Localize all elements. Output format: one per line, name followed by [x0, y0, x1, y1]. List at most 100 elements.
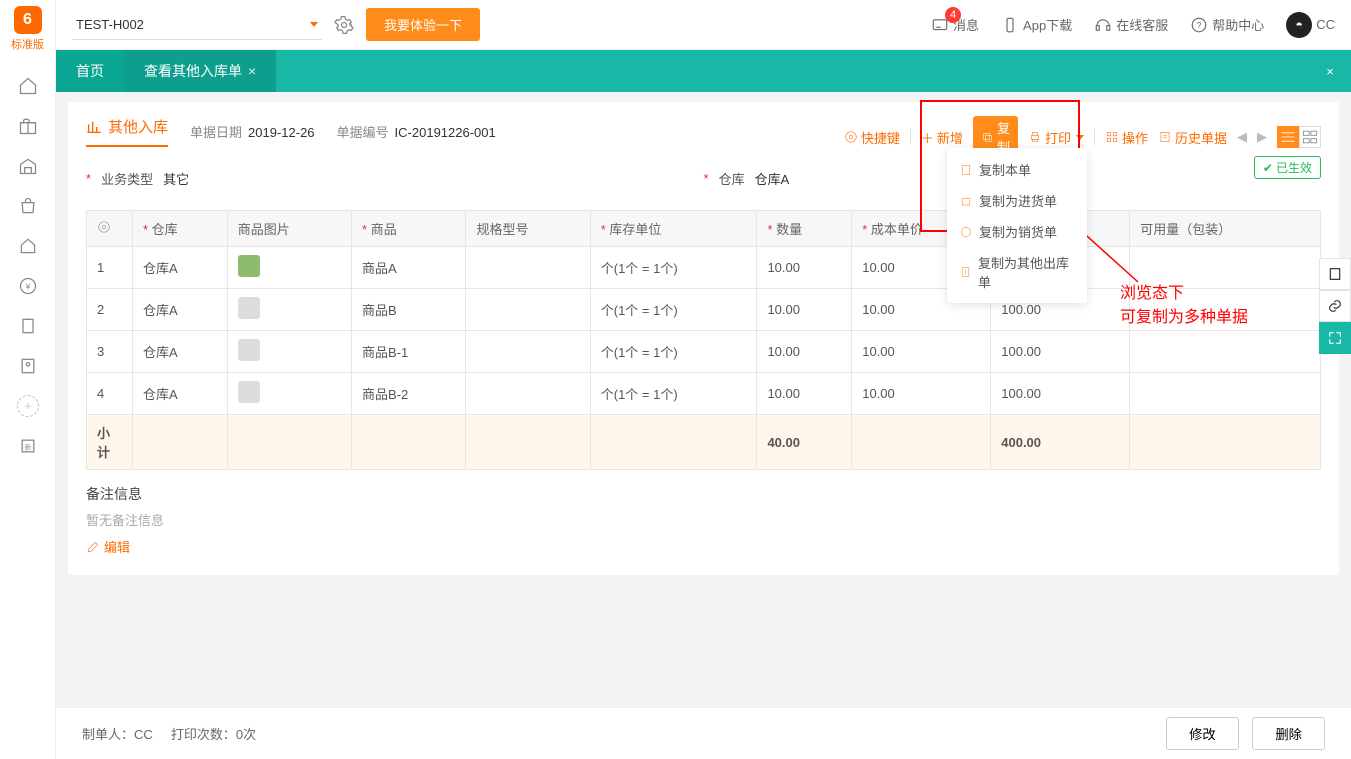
subtotal-amount: 400.00 — [991, 415, 1130, 470]
prints-value: 0次 — [236, 727, 256, 742]
view-list-icon[interactable] — [1277, 126, 1299, 148]
help-center-link[interactable]: ? 帮助中心 — [1190, 15, 1264, 34]
document-toolbar: 快捷键 ＋ 新增 复制 打印 — [844, 116, 1321, 158]
row-available — [1130, 373, 1321, 415]
experience-button[interactable]: 我要体验一下 — [366, 8, 480, 41]
gear-column-icon[interactable] — [87, 211, 133, 247]
nav-clipboard-icon[interactable] — [8, 306, 48, 346]
modify-button[interactable]: 修改 — [1166, 717, 1239, 750]
copy-dropdown: 复制本单 复制为进货单 复制为销货单 复制为其他出库单 — [947, 148, 1087, 303]
product-image-icon — [238, 381, 260, 403]
th-warehouse: 仓库 — [133, 211, 228, 247]
float-link-icon[interactable] — [1319, 290, 1351, 322]
table-row[interactable]: 3 仓库A 商品B-1 个(1个 = 1个) 10.00 10.00 100.0… — [87, 331, 1321, 373]
svg-text:¥: ¥ — [24, 281, 30, 291]
logo-icon: 6 — [14, 6, 42, 34]
th-qty: 数量 — [757, 211, 852, 247]
copy-as-purchase-item[interactable]: 复制为进货单 — [947, 185, 1087, 216]
operations-button[interactable]: 操作 — [1105, 128, 1148, 147]
toolbar-sep — [910, 129, 911, 145]
remark-title: 备注信息 — [86, 484, 1321, 504]
store-select[interactable]: TEST-H002 — [72, 10, 322, 40]
remark-edit-link[interactable]: 编辑 — [86, 537, 130, 556]
prints-label: 打印次数： — [171, 727, 236, 742]
shortcut-label: 快捷键 — [861, 128, 900, 147]
row-warehouse: 仓库A — [133, 331, 228, 373]
tab-close-icon[interactable]: × — [248, 63, 256, 79]
row-warehouse: 仓库A — [133, 289, 228, 331]
plus-icon: ＋ — [921, 128, 934, 147]
subtotal-qty: 40.00 — [757, 415, 852, 470]
shortcut-button[interactable]: 快捷键 — [844, 128, 900, 147]
row-warehouse: 仓库A — [133, 373, 228, 415]
row-index: 2 — [87, 289, 133, 331]
remark-empty: 暂无备注信息 — [86, 510, 1321, 529]
tabstrip-close-all[interactable]: × — [1309, 50, 1351, 92]
copy-as-purchase-label: 复制为进货单 — [979, 191, 1057, 210]
row-amount: 100.00 — [991, 373, 1130, 415]
delete-button[interactable]: 删除 — [1252, 717, 1325, 750]
nav-profile-icon[interactable] — [8, 346, 48, 386]
float-expand-icon[interactable] — [1319, 322, 1351, 354]
messages-link[interactable]: 消息 4 — [931, 15, 979, 34]
chevron-down-icon — [1076, 135, 1084, 140]
copy-as-other-out-item[interactable]: 复制为其他出库单 — [947, 247, 1087, 297]
row-spec — [466, 289, 590, 331]
copy-as-sale-item[interactable]: 复制为销货单 — [947, 216, 1087, 247]
gear-icon[interactable] — [334, 15, 354, 35]
warehouse-label: 仓库 — [719, 169, 745, 188]
app-download-link[interactable]: App下载 — [1001, 15, 1072, 34]
row-warehouse: 仓库A — [133, 247, 228, 289]
print-button[interactable]: 打印 — [1028, 128, 1084, 147]
document-title-tab[interactable]: 其他入库 — [86, 116, 168, 147]
remark-edit-label: 编辑 — [104, 537, 130, 556]
nav-new-icon[interactable]: 新 — [8, 426, 48, 466]
doc-number: 单据编号IC-20191226-001 — [337, 122, 496, 141]
tab-home[interactable]: 首页 — [56, 50, 124, 92]
row-product: 商品B-2 — [352, 373, 466, 415]
brand-sub: 标准版 — [11, 36, 44, 52]
row-spec — [466, 373, 590, 415]
row-unit: 个(1个 = 1个) — [590, 331, 757, 373]
nav-gift-icon[interactable] — [8, 106, 48, 146]
th-image: 商品图片 — [227, 211, 351, 247]
row-image — [227, 289, 351, 331]
table-row[interactable]: 4 仓库A 商品B-2 个(1个 = 1个) 10.00 10.00 100.0… — [87, 373, 1321, 415]
document-card: 其他入库 单据日期2019-12-26 单据编号IC-20191226-001 … — [68, 102, 1339, 575]
nav-home-icon[interactable] — [8, 66, 48, 106]
row-index: 1 — [87, 247, 133, 289]
page-content: 其他入库 单据日期2019-12-26 单据编号IC-20191226-001 … — [56, 92, 1351, 759]
messages-badge: 4 — [945, 7, 961, 23]
new-button[interactable]: ＋ 新增 — [921, 128, 963, 147]
float-tools — [1319, 258, 1351, 354]
row-unit: 个(1个 = 1个) — [590, 247, 757, 289]
view-toggle — [1277, 126, 1321, 148]
online-service-link[interactable]: 在线客服 — [1094, 15, 1168, 34]
user-menu[interactable]: ◓ CC — [1286, 12, 1335, 38]
view-card-icon[interactable] — [1299, 126, 1321, 148]
history-button[interactable]: 历史单据 — [1158, 128, 1227, 147]
row-cost: 10.00 — [852, 331, 991, 373]
status-badge: 已生效 — [1254, 156, 1321, 179]
chevron-down-icon — [310, 22, 318, 27]
nav-custom-icon[interactable] — [8, 386, 48, 426]
brand-logo[interactable]: 6 标准版 — [11, 6, 44, 52]
svg-text:新: 新 — [24, 442, 31, 451]
left-sidebar: 6 标准版 ¥ 新 — [0, 0, 56, 759]
nav-warehouse-icon[interactable] — [8, 146, 48, 186]
float-note-icon[interactable] — [1319, 258, 1351, 290]
nav-price-icon[interactable]: ¥ — [8, 266, 48, 306]
tab-home-label: 首页 — [76, 61, 104, 81]
copy-this-item[interactable]: 复制本单 — [947, 154, 1087, 185]
document-title: 其他入库 — [108, 116, 168, 137]
toolbar-sep — [1094, 129, 1095, 145]
prev-button[interactable]: ◀ — [1237, 129, 1247, 145]
nav-bag-icon[interactable] — [8, 186, 48, 226]
nav-house-icon[interactable] — [8, 226, 48, 266]
product-image-icon — [238, 339, 260, 361]
tab-detail[interactable]: 查看其他入库单 × — [124, 50, 276, 92]
items-table: 仓库 商品图片 商品 规格型号 库存单位 数量 成本单价 成本金额 可用量（包装… — [86, 210, 1321, 470]
online-service-label: 在线客服 — [1116, 15, 1168, 34]
next-button[interactable]: ▶ — [1257, 129, 1267, 145]
product-image-icon — [238, 297, 260, 319]
